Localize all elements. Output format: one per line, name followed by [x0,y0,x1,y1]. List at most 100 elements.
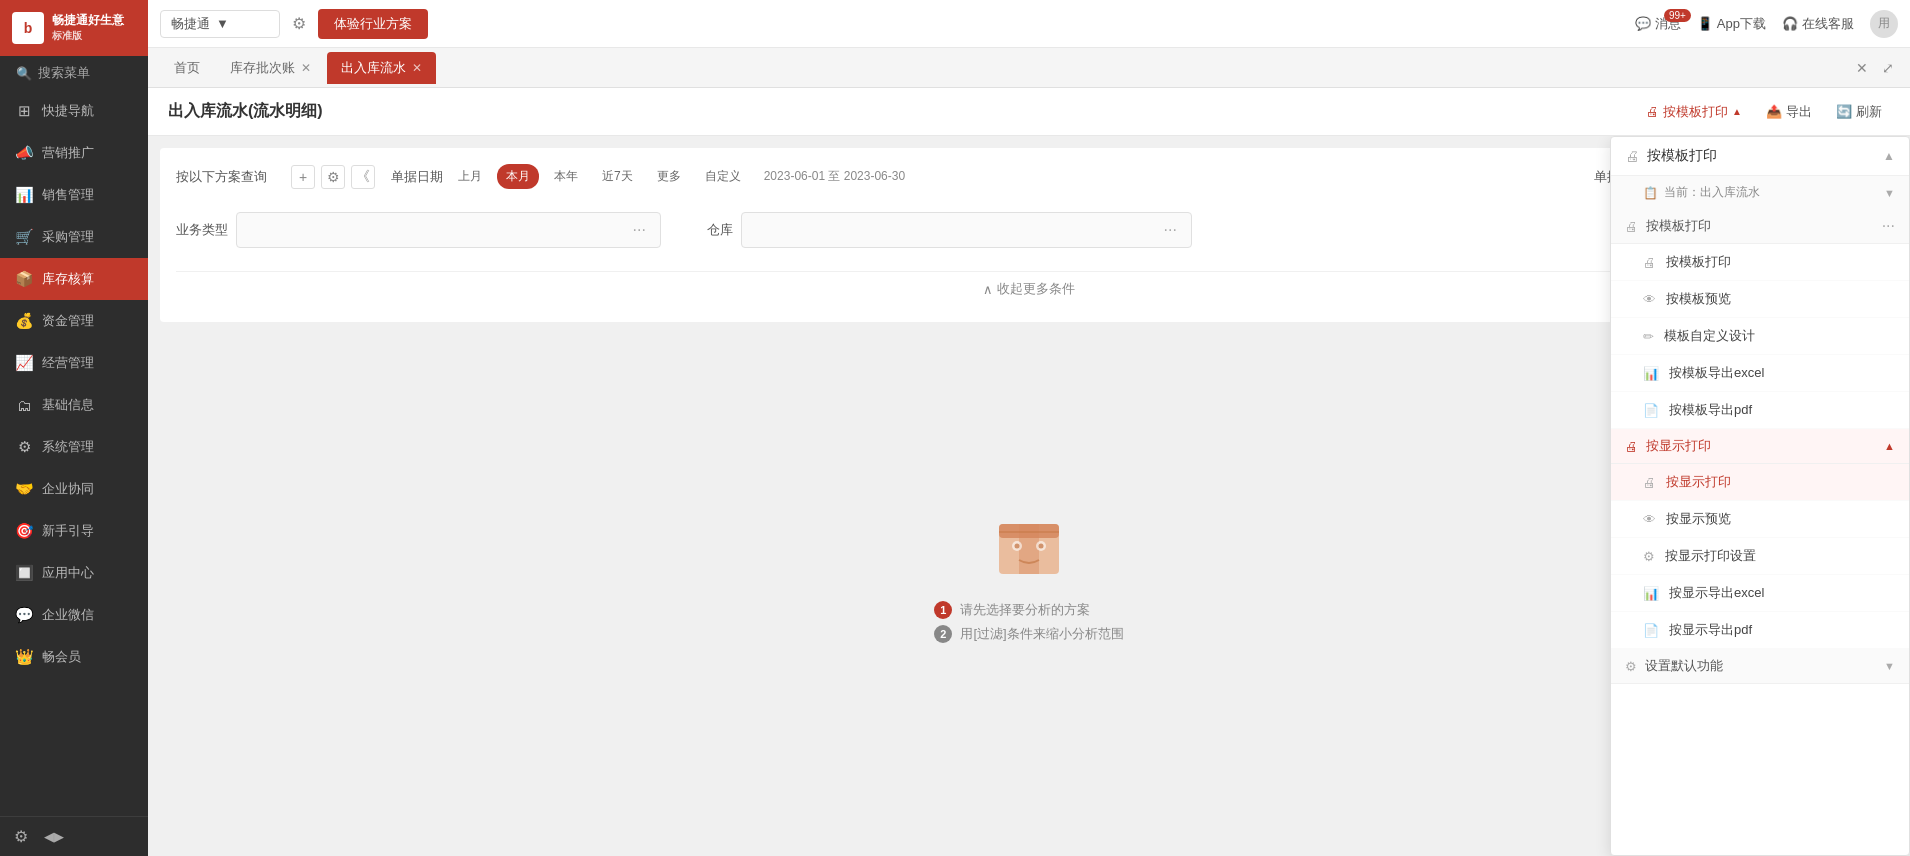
display-pdf-icon: 📄 [1643,623,1659,638]
sidebar-item-basic[interactable]: 🗂 基础信息 [0,384,148,426]
dropdown-item-template-preview[interactable]: 👁 按模板预览 [1611,281,1909,318]
window-close-button[interactable]: ✕ [1852,58,1872,78]
trial-button[interactable]: 体验行业方案 [318,9,428,39]
filter-add-button[interactable]: + [291,165,315,189]
filter-collapse-icon[interactable]: 《 [351,165,375,189]
svg-point-6 [1015,544,1020,549]
warehouse-dots[interactable]: ··· [1160,217,1181,243]
app-name: 畅捷通好生意 [52,13,124,29]
dropdown-item-template-custom[interactable]: ✏ 模板自定义设计 [1611,318,1909,355]
sidebar-item-operation[interactable]: 📈 经营管理 [0,342,148,384]
dropdown-section-display-print[interactable]: 🖨 按显示打印 ▲ [1611,429,1909,464]
sidebar-label-guide: 新手引导 [42,522,94,540]
display-preview-icon: 👁 [1643,512,1656,527]
content-area: 按以下方案查询 + ⚙ 《 单据日期 上月 本月 本年 近7天 更多 自定义 2… [148,136,1910,856]
template-print-icon: 🖨 [1643,255,1656,270]
operation-icon: 📈 [14,353,34,373]
dropdown-header-label: 按模板打印 [1647,147,1717,165]
date-btn-7days[interactable]: 近7天 [593,164,642,189]
sidebar-search[interactable]: 🔍 搜索菜单 [0,56,148,90]
warehouse-input[interactable]: ··· [741,212,1192,248]
biz-dots[interactable]: ··· [629,217,650,243]
date-btn-last-month[interactable]: 上月 [449,164,491,189]
date-btn-this-month[interactable]: 本月 [497,164,539,189]
window-maximize-button[interactable]: ⤢ [1878,58,1898,78]
filter-settings-button[interactable]: ⚙ [321,165,345,189]
tab-flow-label: 出入库流水 [341,59,406,77]
topbar-actions: 💬 消息 99+ 📱 App下载 🎧 在线客服 用 [1635,10,1898,38]
date-btn-this-year[interactable]: 本年 [545,164,587,189]
sidebar-item-member[interactable]: 👑 畅会员 [0,636,148,678]
dropdown-item-display-print[interactable]: 🖨 按显示打印 [1611,464,1909,501]
sidebar-item-purchase[interactable]: 🛒 采购管理 [0,216,148,258]
dropdown-section-template-print[interactable]: 🖨 按模板打印 ··· [1611,209,1909,244]
refresh-button[interactable]: 🔄 刷新 [1828,99,1890,125]
dropdown-item-display-preview[interactable]: 👁 按显示预览 [1611,501,1909,538]
sidebar-label-marketing: 营销推广 [42,144,94,162]
message-button[interactable]: 💬 消息 99+ [1635,15,1681,33]
topbar-selector[interactable]: 畅捷通 ▼ [160,10,280,38]
warehouse-label: 仓库 [707,221,733,239]
filter-action-icons: + ⚙ 《 [291,165,375,189]
dropdown-item-display-export-excel[interactable]: 📊 按显示导出excel [1611,575,1909,612]
online-service-icon: 🎧 [1782,16,1798,31]
dropdown-item-template-print[interactable]: 🖨 按模板打印 [1611,244,1909,281]
warehouse-text-input[interactable] [752,223,1160,238]
default-section-label: 设置默认功能 [1645,657,1723,675]
sidebar-label-basic: 基础信息 [42,396,94,414]
sidebar-item-appcenter[interactable]: 🔲 应用中心 [0,552,148,594]
dropdown-current-chevron[interactable]: ▼ [1884,187,1895,199]
sidebar-item-shortcut[interactable]: ⊞ 快捷导航 [0,90,148,132]
dropdown-item-template-export-excel[interactable]: 📊 按模板导出excel [1611,355,1909,392]
dropdown-section-default[interactable]: ⚙ 设置默认功能 ▼ [1611,649,1909,684]
online-service-button[interactable]: 🎧 在线客服 [1782,15,1854,33]
default-section-chevron[interactable]: ▼ [1884,660,1895,672]
sidebar-item-sales[interactable]: 📊 销售管理 [0,174,148,216]
dropdown-item-display-export-pdf[interactable]: 📄 按显示导出pdf [1611,612,1909,649]
template-section-dots[interactable]: ··· [1882,217,1895,235]
export-button[interactable]: 📤 导出 [1758,99,1820,125]
sidebar-label-collab: 企业协同 [42,480,94,498]
sidebar-item-guide[interactable]: 🎯 新手引导 [0,510,148,552]
tab-home[interactable]: 首页 [160,52,214,84]
display-section-chevron[interactable]: ▲ [1884,440,1895,452]
sidebar-item-marketing[interactable]: 📣 营销推广 [0,132,148,174]
print-template-button[interactable]: 🖨 按模板打印 ▲ [1638,99,1750,125]
sidebar-item-wechat[interactable]: 💬 企业微信 [0,594,148,636]
biz-type-input[interactable]: ··· [236,212,661,248]
tab-batch[interactable]: 库存批次账 ✕ [216,52,325,84]
user-avatar[interactable]: 用 [1870,10,1898,38]
template-print-item-label: 按模板打印 [1666,253,1731,271]
date-btn-custom[interactable]: 自定义 [696,164,750,189]
tab-flow[interactable]: 出入库流水 ✕ [327,52,436,84]
sidebar-item-inventory[interactable]: 📦 库存核算 [0,258,148,300]
page-actions: 🖨 按模板打印 ▲ 📤 导出 🔄 刷新 [1638,99,1890,125]
biz-type-field: 业务类型 ··· [176,212,661,248]
display-pdf-label: 按显示导出pdf [1669,621,1752,639]
tab-flow-close[interactable]: ✕ [412,61,422,75]
wechat-icon: 💬 [14,605,34,625]
sidebar-settings-icon[interactable]: ⚙ [14,827,28,846]
sidebar-item-system[interactable]: ⚙ 系统管理 [0,426,148,468]
appcenter-icon: 🔲 [14,563,34,583]
sidebar-collapse-icon[interactable]: ◀▶ [44,829,64,844]
date-btn-more[interactable]: 更多 [648,164,690,189]
topbar-gear-icon[interactable]: ⚙ [288,10,310,37]
topbar-selector-text: 畅捷通 [171,15,210,33]
sidebar-footer: ⚙ ◀▶ [0,816,148,856]
message-icon: 💬 [1635,16,1651,31]
dropdown-item-template-export-pdf[interactable]: 📄 按模板导出pdf [1611,392,1909,429]
member-icon: 👑 [14,647,34,667]
dropdown-print-icon: 🖨 [1625,148,1639,164]
app-download-button[interactable]: 📱 App下载 [1697,15,1766,33]
print-icon: 🖨 [1646,104,1659,119]
biz-type-text-input[interactable] [247,223,629,238]
dropdown-header-chevron[interactable]: ▲ [1883,149,1895,163]
tab-batch-close[interactable]: ✕ [301,61,311,75]
dropdown-current-text: 当前：出入库流水 [1664,184,1760,201]
dropdown-item-display-print-settings[interactable]: ⚙ 按显示打印设置 [1611,538,1909,575]
empty-steps: 1 请先选择要分析的方案 2 用[过滤]条件来缩小分析范围 [934,601,1123,649]
sidebar-item-collab[interactable]: 🤝 企业协同 [0,468,148,510]
sidebar-item-finance[interactable]: 💰 资金管理 [0,300,148,342]
collapse-label: 收起更多条件 [997,280,1075,298]
